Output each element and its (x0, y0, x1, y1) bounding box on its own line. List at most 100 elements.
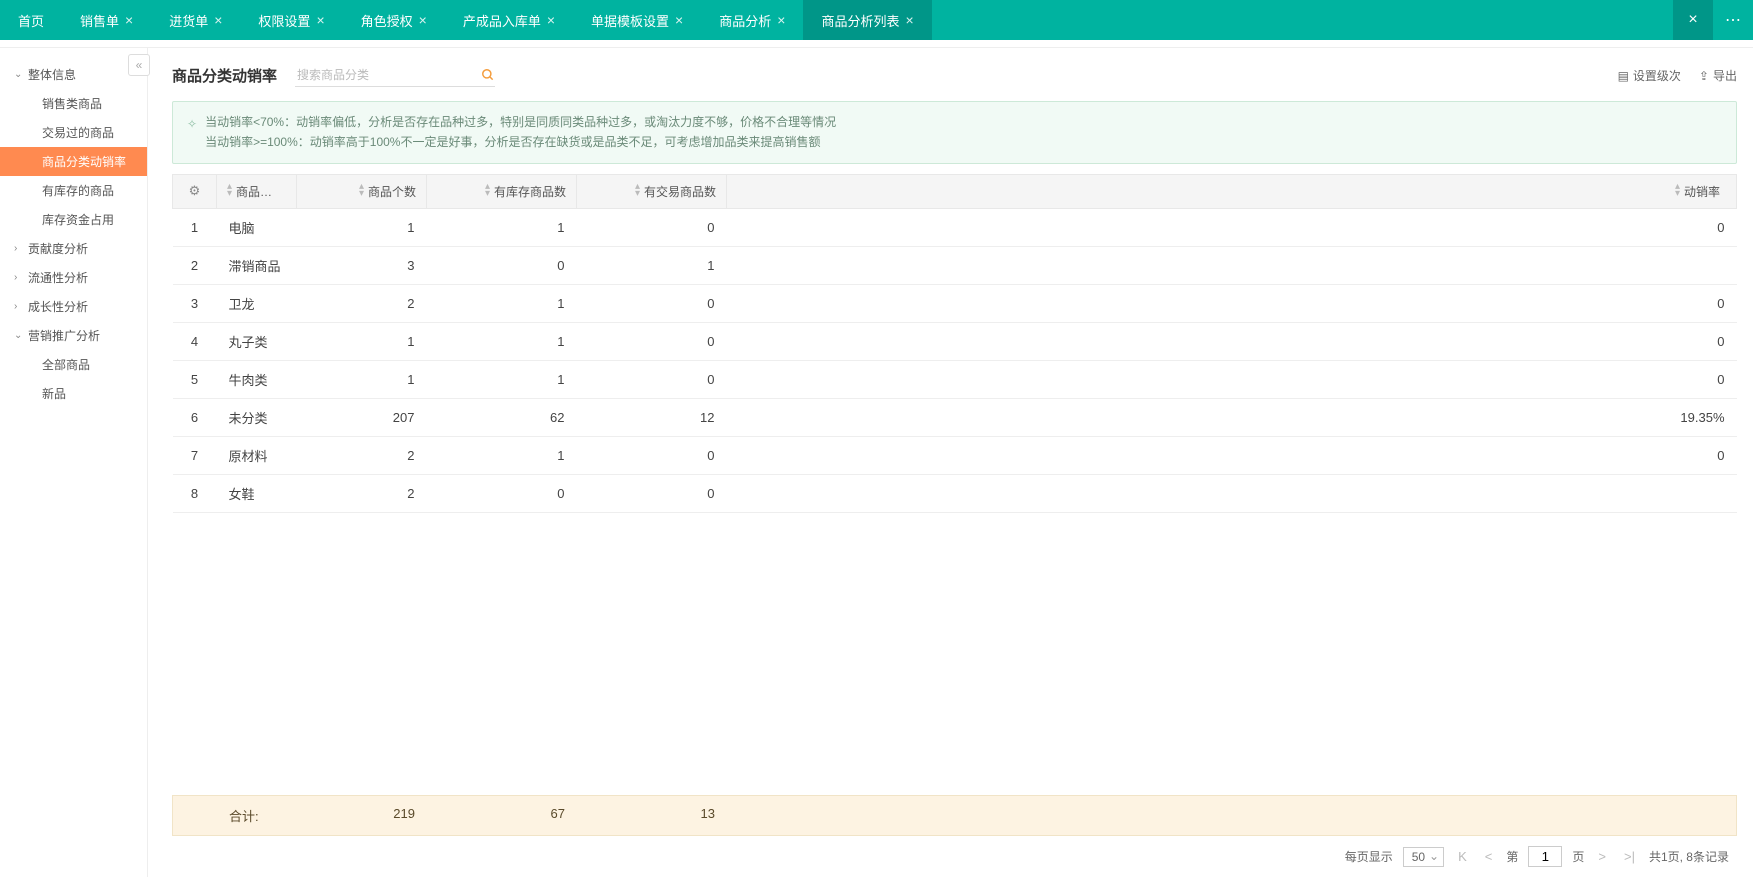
chevron-down-icon: ⌄ (14, 69, 24, 80)
next-page-button[interactable]: > (1594, 849, 1610, 864)
cell-tx: 0 (577, 208, 727, 246)
cell-tx: 12 (577, 398, 727, 436)
tip-line-2: 当动销率>=100%：动销率高于100%不一定是好事，分析是否存在缺货或是品类不… (205, 132, 836, 152)
cell-tx: 0 (577, 284, 727, 322)
sidebar-item-4-0[interactable]: 全部商品 (0, 350, 147, 379)
close-icon[interactable]: × (547, 13, 555, 27)
table-row[interactable]: 5牛肉类1100 (173, 360, 1737, 398)
cell-index: 5 (173, 360, 217, 398)
close-icon[interactable]: × (419, 13, 427, 27)
sort-icon[interactable]: ▴▾ (635, 183, 640, 197)
data-table: ⚙ ▴▾商品… ▴▾商品个数 ▴▾有库存商品数 ▴▾有交易商品数 ▴▾动销率 1… (172, 174, 1737, 513)
cell-count: 1 (297, 322, 427, 360)
page-input[interactable] (1528, 846, 1562, 867)
cell-stock: 1 (427, 322, 577, 360)
cell-category: 未分类 (217, 398, 297, 436)
cell-rate: 0 (727, 208, 1737, 246)
column-tx[interactable]: ▴▾有交易商品数 (577, 174, 727, 208)
cell-tx: 0 (577, 474, 727, 512)
tab-8[interactable]: 商品分析列表 × (803, 0, 931, 40)
close-icon[interactable]: × (777, 13, 785, 27)
tab-label: 进货单 (169, 11, 208, 30)
sidebar-group-label: 营销推广分析 (28, 327, 100, 344)
tab-label: 权限设置 (258, 11, 310, 30)
sidebar-group-2[interactable]: ›流通性分析 (0, 263, 147, 292)
cell-rate (727, 246, 1737, 284)
sidebar-group-4[interactable]: ⌄营销推广分析 (0, 321, 147, 350)
sidebar-item-0-3[interactable]: 有库存的商品 (0, 176, 147, 205)
sidebar-collapse-button[interactable]: « (128, 54, 150, 76)
table-row[interactable]: 8女鞋200 (173, 474, 1737, 512)
sidebar-item-0-4[interactable]: 库存资金占用 (0, 205, 147, 234)
search-input[interactable] (295, 64, 481, 86)
column-stock[interactable]: ▴▾有库存商品数 (427, 174, 577, 208)
tab-3[interactable]: 权限设置 × (240, 0, 342, 40)
per-page-select[interactable]: 50 (1403, 847, 1444, 867)
close-icon[interactable]: × (905, 13, 913, 27)
cell-rate: 0 (727, 360, 1737, 398)
close-icon[interactable]: × (214, 13, 222, 27)
sidebar-item-0-1[interactable]: 交易过的商品 (0, 118, 147, 147)
cell-category: 女鞋 (217, 474, 297, 512)
close-icon[interactable]: × (125, 13, 133, 27)
column-category[interactable]: ▴▾商品… (217, 174, 297, 208)
sidebar-group-label: 成长性分析 (28, 298, 88, 315)
sidebar-group-1[interactable]: ›贡献度分析 (0, 234, 147, 263)
column-settings-header[interactable]: ⚙ (173, 174, 217, 208)
close-icon[interactable]: × (675, 13, 683, 27)
close-all-tabs-button[interactable]: × (1673, 0, 1713, 40)
lightbulb-icon: ✧ (187, 114, 197, 153)
tab-7[interactable]: 商品分析× (701, 0, 803, 40)
search-field[interactable] (295, 64, 495, 87)
cell-tx: 0 (577, 360, 727, 398)
table-row[interactable]: 3卫龙2100 (173, 284, 1737, 322)
sort-icon[interactable]: ▴▾ (485, 183, 490, 197)
tab-label: 商品分析列表 (821, 11, 899, 30)
tab-1[interactable]: 销售单× (62, 0, 151, 40)
sidebar-group-0[interactable]: ⌄整体信息 (0, 60, 147, 89)
tab-6[interactable]: 单据模板设置× (573, 0, 701, 40)
cell-stock: 1 (427, 284, 577, 322)
cell-rate: 19.35% (727, 398, 1737, 436)
sidebar: ⌄整体信息销售类商品交易过的商品商品分类动销率有库存的商品库存资金占用›贡献度分… (0, 48, 148, 877)
tab-4[interactable]: 角色授权× (343, 0, 445, 40)
sidebar-group-3[interactable]: ›成长性分析 (0, 292, 147, 321)
close-icon[interactable]: × (316, 13, 324, 27)
column-count[interactable]: ▴▾商品个数 (297, 174, 427, 208)
cell-category: 牛肉类 (217, 360, 297, 398)
table-row[interactable]: 1电脑1100 (173, 208, 1737, 246)
table-row[interactable]: 6未分类207621219.35% (173, 398, 1737, 436)
sidebar-item-0-0[interactable]: 销售类商品 (0, 89, 147, 118)
sidebar-item-0-2[interactable]: 商品分类动销率 (0, 147, 147, 176)
sort-icon[interactable]: ▴▾ (1675, 183, 1680, 197)
last-page-button[interactable]: >| (1620, 849, 1639, 864)
first-page-button[interactable]: K (1454, 849, 1471, 864)
prev-page-button[interactable]: < (1481, 849, 1497, 864)
sort-icon[interactable]: ▴▾ (359, 183, 364, 197)
tip-line-1: 当动销率<70%：动销率偏低，分析是否存在品种过多，特别是同质同类品种过多，或淘… (205, 112, 836, 132)
table-row[interactable]: 2滞销商品301 (173, 246, 1737, 284)
secondary-bar (0, 40, 1753, 48)
table-header-row: ⚙ ▴▾商品… ▴▾商品个数 ▴▾有库存商品数 ▴▾有交易商品数 ▴▾动销率 (173, 174, 1737, 208)
tab-2[interactable]: 进货单 × (151, 0, 240, 40)
cell-tx: 0 (577, 436, 727, 474)
table-row[interactable]: 7原材料2100 (173, 436, 1737, 474)
tab-5[interactable]: 产成品入库单× (445, 0, 573, 40)
export-button[interactable]: ⇪ 导出 (1699, 67, 1737, 84)
cell-category: 电脑 (217, 208, 297, 246)
set-level-button[interactable]: ▤ 设置级次 (1618, 67, 1681, 84)
export-icon: ⇪ (1699, 69, 1709, 83)
export-label: 导出 (1713, 67, 1737, 84)
set-level-label: 设置级次 (1633, 67, 1681, 84)
cell-category: 卫龙 (217, 284, 297, 322)
search-icon[interactable] (481, 68, 495, 82)
cell-category: 丸子类 (217, 322, 297, 360)
table-row[interactable]: 4丸子类1100 (173, 322, 1737, 360)
sort-icon[interactable]: ▴▾ (227, 183, 232, 197)
tabs-overflow-button[interactable]: ⋯ (1713, 0, 1753, 40)
sidebar-item-4-1[interactable]: 新品 (0, 379, 147, 408)
cell-index: 7 (173, 436, 217, 474)
gear-icon[interactable]: ⚙ (189, 183, 201, 198)
column-rate[interactable]: ▴▾动销率 (727, 174, 1737, 208)
tab-0[interactable]: 首页 (0, 0, 62, 40)
